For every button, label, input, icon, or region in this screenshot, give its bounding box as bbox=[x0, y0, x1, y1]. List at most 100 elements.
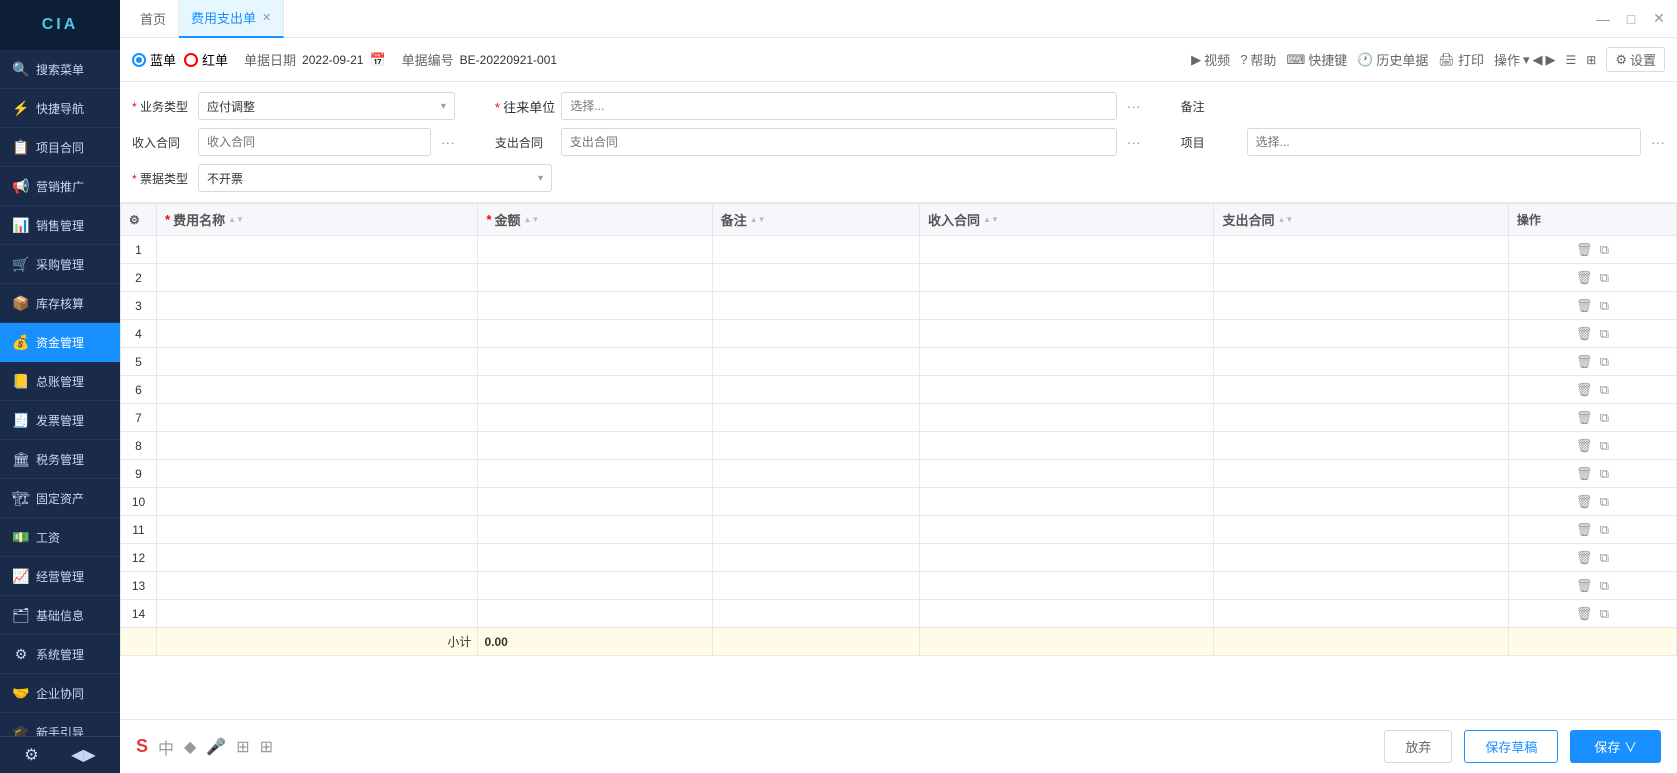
income-contract-more-icon[interactable]: ··· bbox=[441, 134, 455, 150]
amount-cell[interactable] bbox=[478, 320, 712, 348]
delete-icon[interactable]: 🗑 bbox=[1576, 354, 1593, 369]
expense-contract-cell[interactable] bbox=[1214, 460, 1508, 488]
settings-button[interactable]: ⚙ 设置 bbox=[1606, 47, 1665, 72]
table-col-settings[interactable]: ⚙ bbox=[121, 204, 157, 236]
tab-expense[interactable]: 费用支出单✕ bbox=[179, 0, 284, 38]
tab-close-expense[interactable]: ✕ bbox=[262, 11, 271, 24]
copy-icon[interactable]: ⧉ bbox=[1600, 270, 1609, 285]
delete-icon[interactable]: 🗑 bbox=[1576, 578, 1593, 593]
income-contract-cell[interactable] bbox=[920, 376, 1214, 404]
expense-contract-input[interactable] bbox=[561, 128, 1117, 156]
amount-cell[interactable] bbox=[478, 376, 712, 404]
income-contract-cell[interactable] bbox=[920, 264, 1214, 292]
copy-icon[interactable]: ⧉ bbox=[1600, 578, 1609, 593]
sidebar-item-sales[interactable]: 📊销售管理 bbox=[0, 206, 120, 245]
income-contract-cell[interactable] bbox=[920, 572, 1214, 600]
expense-name-cell[interactable] bbox=[157, 292, 478, 320]
remark-cell[interactable] bbox=[712, 292, 919, 320]
copy-icon[interactable]: ⧉ bbox=[1600, 466, 1609, 481]
expense-name-cell[interactable] bbox=[157, 460, 478, 488]
grid1-icon[interactable]: ⊞ bbox=[236, 737, 249, 757]
sidebar-item-project[interactable]: 📋项目合同 bbox=[0, 128, 120, 167]
date-value[interactable]: 2022-09-21 bbox=[302, 53, 363, 67]
expense-contract-cell[interactable] bbox=[1214, 292, 1508, 320]
delete-icon[interactable]: 🗑 bbox=[1576, 550, 1593, 565]
expense-contract-cell[interactable] bbox=[1214, 236, 1508, 264]
sidebar-item-inventory[interactable]: 📦库存核算 bbox=[0, 284, 120, 323]
income-contract-input[interactable] bbox=[198, 128, 431, 156]
expense-contract-cell[interactable] bbox=[1214, 432, 1508, 460]
sidebar-item-marketing[interactable]: 📢营销推广 bbox=[0, 167, 120, 206]
delete-icon[interactable]: 🗑 bbox=[1576, 242, 1593, 257]
income-contract-cell[interactable] bbox=[920, 600, 1214, 628]
amount-cell[interactable] bbox=[478, 572, 712, 600]
expense-contract-cell[interactable] bbox=[1214, 264, 1508, 292]
income-contract-cell[interactable] bbox=[920, 516, 1214, 544]
expense-name-cell[interactable] bbox=[157, 348, 478, 376]
sort-icon[interactable]: ▲▼ bbox=[228, 215, 244, 224]
delete-icon[interactable]: 🗑 bbox=[1576, 438, 1593, 453]
partner-more-icon[interactable]: ··· bbox=[1127, 98, 1141, 114]
expense-contract-cell[interactable] bbox=[1214, 320, 1508, 348]
print-button[interactable]: 🖨 打印 bbox=[1438, 50, 1484, 69]
copy-icon[interactable]: ⧉ bbox=[1600, 438, 1609, 453]
mic-icon[interactable]: 🎤 bbox=[206, 737, 226, 757]
remark-sort-icon[interactable]: ▲▼ bbox=[750, 215, 766, 224]
amount-cell[interactable] bbox=[478, 600, 712, 628]
red-radio[interactable]: 红单 bbox=[184, 50, 228, 69]
calendar-icon[interactable]: 📅 bbox=[369, 52, 385, 68]
amount-cell[interactable] bbox=[478, 404, 712, 432]
expense-name-cell[interactable] bbox=[157, 320, 478, 348]
help-button[interactable]: ? 帮助 bbox=[1240, 50, 1276, 69]
amount-cell[interactable] bbox=[478, 292, 712, 320]
delete-icon[interactable]: 🗑 bbox=[1576, 298, 1593, 313]
income-contract-cell[interactable] bbox=[920, 488, 1214, 516]
delete-icon[interactable]: 🗑 bbox=[1576, 382, 1593, 397]
sidebar-item-ops[interactable]: 📈经营管理 bbox=[0, 557, 120, 596]
remark-cell[interactable] bbox=[712, 348, 919, 376]
volume-icon[interactable]: ◀▶ bbox=[71, 745, 96, 765]
income-contract-cell[interactable] bbox=[920, 460, 1214, 488]
sidebar-item-ledger[interactable]: 📒总账管理 bbox=[0, 362, 120, 401]
income-contract-cell[interactable] bbox=[920, 292, 1214, 320]
expense-name-cell[interactable] bbox=[157, 376, 478, 404]
sidebar-item-newbie[interactable]: 🎓新手引导 bbox=[0, 713, 120, 736]
save-draft-button[interactable]: 保存草稿 bbox=[1464, 730, 1558, 763]
operation-button[interactable]: 操作 ▾ ◀ ▶ bbox=[1494, 50, 1556, 69]
remark-cell[interactable] bbox=[712, 544, 919, 572]
copy-icon[interactable]: ⧉ bbox=[1600, 326, 1609, 341]
chinese-icon[interactable]: 中 bbox=[158, 735, 174, 759]
shortcut-button[interactable]: ⌨ 快捷键 bbox=[1286, 50, 1347, 69]
sidebar-item-invoice[interactable]: 🧾发票管理 bbox=[0, 401, 120, 440]
sidebar-item-enterprise[interactable]: 🤝企业协同 bbox=[0, 674, 120, 713]
amount-cell[interactable] bbox=[478, 432, 712, 460]
amount-cell[interactable] bbox=[478, 348, 712, 376]
expense-contract-cell[interactable] bbox=[1214, 572, 1508, 600]
delete-icon[interactable]: 🗑 bbox=[1576, 326, 1593, 341]
remark-cell[interactable] bbox=[712, 488, 919, 516]
copy-icon[interactable]: ⧉ bbox=[1600, 606, 1609, 621]
amount-cell[interactable] bbox=[478, 460, 712, 488]
delete-icon[interactable]: 🗑 bbox=[1576, 606, 1593, 621]
sidebar-item-purchase[interactable]: 🛒采购管理 bbox=[0, 245, 120, 284]
expense-name-cell[interactable] bbox=[157, 488, 478, 516]
diamond-icon[interactable]: ◆ bbox=[184, 737, 196, 757]
delete-icon[interactable]: 🗑 bbox=[1576, 522, 1593, 537]
remark-cell[interactable] bbox=[712, 516, 919, 544]
sidebar-item-system[interactable]: ⚙系统管理 bbox=[0, 635, 120, 674]
grid-view-icon[interactable]: ⊞ bbox=[1586, 53, 1596, 67]
income-sort-icon[interactable]: ▲▼ bbox=[983, 215, 999, 224]
income-contract-cell[interactable] bbox=[920, 348, 1214, 376]
expense-name-cell[interactable] bbox=[157, 264, 478, 292]
amount-cell[interactable] bbox=[478, 544, 712, 572]
copy-icon[interactable]: ⧉ bbox=[1600, 410, 1609, 425]
sidebar-item-finance[interactable]: 💰资金管理 bbox=[0, 323, 120, 362]
expense-name-cell[interactable] bbox=[157, 516, 478, 544]
minimize-button[interactable]: — bbox=[1593, 9, 1613, 29]
remark-cell[interactable] bbox=[712, 376, 919, 404]
delete-icon[interactable]: 🗑 bbox=[1576, 410, 1593, 425]
expense-contract-cell[interactable] bbox=[1214, 348, 1508, 376]
video-button[interactable]: ▶ 视频 bbox=[1191, 50, 1230, 69]
copy-icon[interactable]: ⧉ bbox=[1600, 298, 1609, 313]
remark-cell[interactable] bbox=[712, 572, 919, 600]
